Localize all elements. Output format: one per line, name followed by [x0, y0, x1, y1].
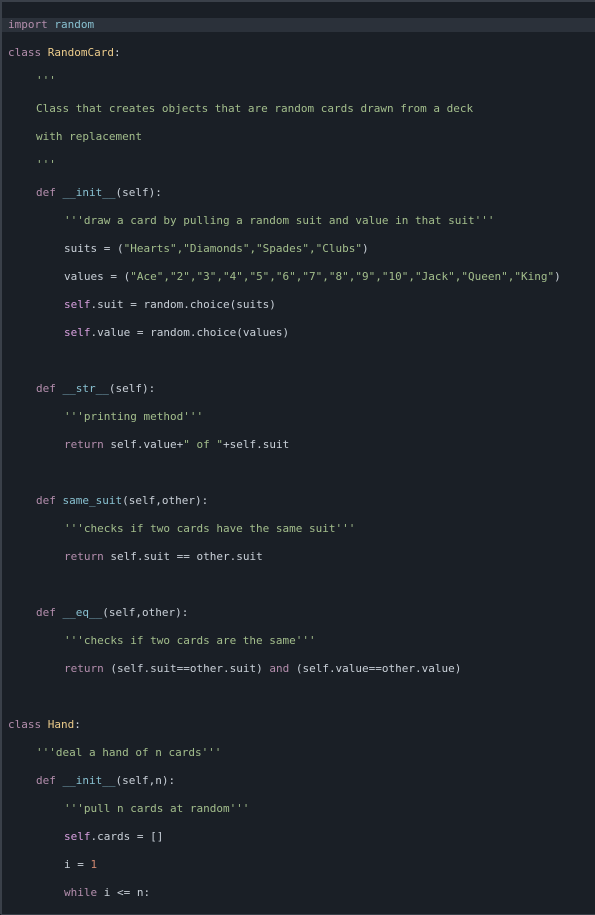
code-line [8, 354, 589, 368]
code-line: while i <= n: [8, 886, 589, 900]
code-line: '''deal a hand of n cards''' [8, 746, 589, 760]
code-line: class Hand: [8, 718, 589, 732]
code-line: def __str__(self): [8, 382, 589, 396]
code-line: ''' [8, 158, 589, 172]
code-line: i = 1 [8, 858, 589, 872]
code-line: ''' [8, 74, 589, 88]
code-editor[interactable]: import random class RandomCard: ''' Clas… [2, 2, 595, 915]
code-line: values = ("Ace","2","3","4","5","6","7",… [8, 270, 589, 284]
code-line: import random [2, 18, 595, 32]
code-line: def __init__(self): [8, 186, 589, 200]
code-line: with replacement [8, 130, 589, 144]
code-line: self.value = random.choice(values) [8, 326, 589, 340]
code-line: '''checks if two cards have the same sui… [8, 522, 589, 536]
code-line: '''draw a card by pulling a random suit … [8, 214, 589, 228]
code-line: self.suit = random.choice(suits) [8, 298, 589, 312]
code-line [8, 466, 589, 480]
code-line [8, 578, 589, 592]
code-line: Class that creates objects that are rand… [8, 102, 589, 116]
code-line: suits = ("Hearts","Diamonds","Spades","C… [8, 242, 589, 256]
code-line: '''pull n cards at random''' [8, 802, 589, 816]
code-line: class RandomCard: [8, 46, 589, 60]
code-line: card = RandomCard() [8, 914, 589, 915]
code-line: return self.value+" of "+self.suit [8, 438, 589, 452]
code-line: '''checks if two cards are the same''' [8, 634, 589, 648]
code-line: '''printing method''' [8, 410, 589, 424]
code-line: return (self.suit==other.suit) and (self… [8, 662, 589, 676]
code-line: def same_suit(self,other): [8, 494, 589, 508]
code-line: def __init__(self,n): [8, 774, 589, 788]
code-line [8, 690, 589, 704]
code-line: def __eq__(self,other): [8, 606, 589, 620]
code-line: self.cards = [] [8, 830, 589, 844]
code-line: return self.suit == other.suit [8, 550, 589, 564]
